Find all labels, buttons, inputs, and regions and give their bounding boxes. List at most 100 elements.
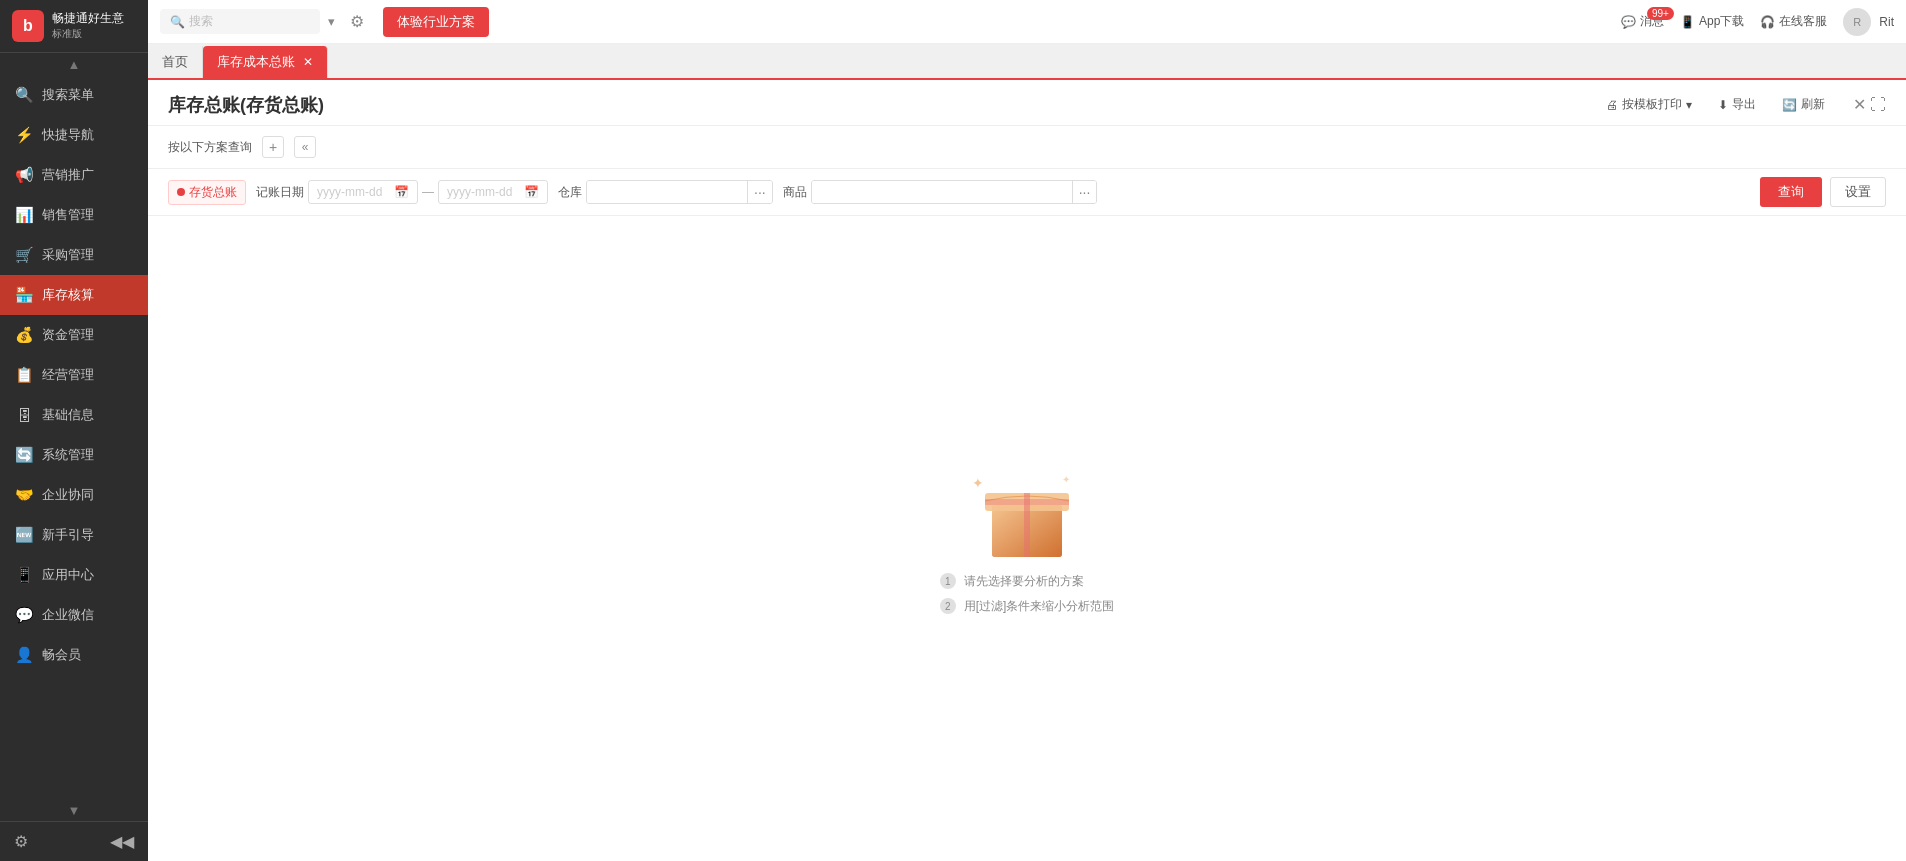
empty-inner: ✦ ✦ [940,463,1115,615]
clear-icon: « [302,140,309,154]
scheme-dot [177,188,185,196]
online-service-button[interactable]: 🎧 在线客服 [1760,13,1827,30]
hint-text-2: 用[过滤]条件来缩小分析范围 [964,598,1115,615]
search-placeholder: 搜索 [189,13,213,30]
svg-rect-6 [985,499,1069,505]
sidebar-item-label: 资金管理 [42,326,94,344]
sidebar-item-purchase[interactable]: 🛒 采购管理 [0,235,148,275]
main-area: 🔍 搜索 ▾ ⚙ 体验行业方案 💬 消息 99+ 📱 App下载 🎧 在线客服 [148,0,1906,861]
sidebar-item-label: 企业微信 [42,606,94,624]
tabbar: 首页 库存成本总账 ✕ [148,44,1906,80]
date-end-placeholder: yyyy-mm-dd [447,185,512,199]
sidebar-item-finance[interactable]: 💰 资金管理 [0,315,148,355]
sidebar-logo: b 畅捷通好生意 标准版 [0,0,148,53]
sidebar-item-label: 新手引导 [42,526,94,544]
message-icon: 💬 [1621,15,1636,29]
sidebar-item-inventory[interactable]: 🏪 库存核算 [0,275,148,315]
sidebar-item-label: 应用中心 [42,566,94,584]
finance-icon: 💰 [14,325,34,345]
sidebar-item-wechat[interactable]: 💬 企业微信 [0,595,148,635]
sidebar: b 畅捷通好生意 标准版 ▲ 🔍 搜索菜单 ⚡ 快捷导航 📢 营销推广 📊 销售… [0,0,148,861]
product-label: 商品 [783,184,807,201]
warehouse-group: 仓库 ··· [558,180,773,204]
warehouse-more-button[interactable]: ··· [747,181,772,203]
date-start-placeholder: yyyy-mm-dd [317,185,382,199]
page-header-actions: 🖨 按模板打印 ▾ ⬇ 导出 🔄 刷新 ✕ ⛶ [1598,92,1886,117]
sidebar-item-label: 库存核算 [42,286,94,304]
sidebar-item-operation[interactable]: 📋 经营管理 [0,355,148,395]
topbar: 🔍 搜索 ▾ ⚙ 体验行业方案 💬 消息 99+ 📱 App下载 🎧 在线客服 [148,0,1906,44]
tab-inventory-cost[interactable]: 库存成本总账 ✕ [203,46,328,78]
date-end-input[interactable]: yyyy-mm-dd 📅 [438,180,548,204]
refresh-button[interactable]: 🔄 刷新 [1774,92,1833,117]
date-separator: — [422,185,434,199]
inventory-icon: 🏪 [14,285,34,305]
print-label: 按模板打印 [1622,96,1682,113]
hint-text-1: 请先选择要分析的方案 [964,573,1084,590]
sidebar-item-app-center[interactable]: 📱 应用中心 [0,555,148,595]
scheme-selector[interactable]: 存货总账 [168,180,246,205]
filter-actions: 查询 设置 [1760,177,1886,207]
gear-button[interactable]: ⚙ [343,8,371,36]
filter-label: 按以下方案查询 [168,139,252,156]
sidebar-nav: 🔍 搜索菜单 ⚡ 快捷导航 📢 营销推广 📊 销售管理 🛒 采购管理 🏪 库存核… [0,75,148,799]
guide-icon: 🆕 [14,525,34,545]
warehouse-input[interactable] [587,181,747,203]
app-download-button[interactable]: 📱 App下载 [1680,13,1744,30]
product-group: 商品 ··· [783,180,1098,204]
sidebar-item-search[interactable]: 🔍 搜索菜单 [0,75,148,115]
purchase-icon: 🛒 [14,245,34,265]
empty-hints: 1 请先选择要分析的方案 2 用[过滤]条件来缩小分析范围 [940,573,1115,615]
sidebar-item-basic-info[interactable]: 🗄 基础信息 [0,395,148,435]
settings-button[interactable]: 设置 [1830,177,1886,207]
sidebar-item-sales[interactable]: 📊 销售管理 [0,195,148,235]
date-start-input[interactable]: yyyy-mm-dd 📅 [308,180,418,204]
chevron-down-icon: ▼ [68,803,81,818]
page-title: 库存总账(存货总账) [168,93,324,117]
product-input[interactable] [812,181,1072,203]
query-button[interactable]: 查询 [1760,177,1822,207]
industry-solution-button[interactable]: 体验行业方案 [383,7,489,37]
close-panel-button[interactable]: ✕ [1853,95,1866,114]
expand-panel-button[interactable]: ⛶ [1870,96,1886,114]
sidebar-item-marketing[interactable]: 📢 营销推广 [0,155,148,195]
filter-add-button[interactable]: + [262,136,284,158]
message-button[interactable]: 💬 消息 99+ [1621,13,1664,30]
date-label: 记账日期 [256,184,304,201]
topbar-search[interactable]: 🔍 搜索 [160,9,320,34]
collapse-sidebar-icon[interactable]: ◀◀ [110,832,134,851]
search-icon: 🔍 [170,15,185,29]
date-range-group: 记账日期 yyyy-mm-dd 📅 — yyyy-mm-dd 📅 [256,180,548,204]
app-version: 标准版 [52,27,124,41]
product-more-button[interactable]: ··· [1072,181,1097,203]
sidebar-scroll-up[interactable]: ▲ [0,53,148,75]
calendar-icon: 📅 [394,185,409,199]
gear-icon: ⚙ [350,12,364,31]
settings-icon[interactable]: ⚙ [14,832,28,851]
user-initial: R [1853,16,1861,28]
logo-icon: b [12,10,44,42]
print-template-button[interactable]: 🖨 按模板打印 ▾ [1598,92,1700,117]
tab-close-button[interactable]: ✕ [303,55,313,69]
export-button[interactable]: ⬇ 导出 [1710,92,1764,117]
sidebar-item-system[interactable]: 🔄 系统管理 [0,435,148,475]
sidebar-item-label: 经营管理 [42,366,94,384]
filter-clear-button[interactable]: « [294,136,316,158]
hint-num-1: 1 [940,573,956,589]
system-icon: 🔄 [14,445,34,465]
sidebar-bottom: ⚙ ◀◀ [0,821,148,861]
sidebar-scroll-down[interactable]: ▼ [0,799,148,821]
user-avatar-button[interactable]: R Rit [1843,8,1894,36]
app-center-icon: 📱 [14,565,34,585]
empty-illustration: ✦ ✦ [967,463,1087,563]
sidebar-item-enterprise[interactable]: 🤝 企业协同 [0,475,148,515]
sidebar-item-quick-nav[interactable]: ⚡ 快捷导航 [0,115,148,155]
topbar-right: 💬 消息 99+ 📱 App下载 🎧 在线客服 R Rit [1621,8,1894,36]
headset-icon: 🎧 [1760,15,1775,29]
export-icon: ⬇ [1718,98,1728,112]
tab-home[interactable]: 首页 [148,46,203,78]
sidebar-item-member[interactable]: 👤 畅会员 [0,635,148,675]
sidebar-item-label: 快捷导航 [42,126,94,144]
sidebar-item-guide[interactable]: 🆕 新手引导 [0,515,148,555]
refresh-icon: 🔄 [1782,98,1797,112]
